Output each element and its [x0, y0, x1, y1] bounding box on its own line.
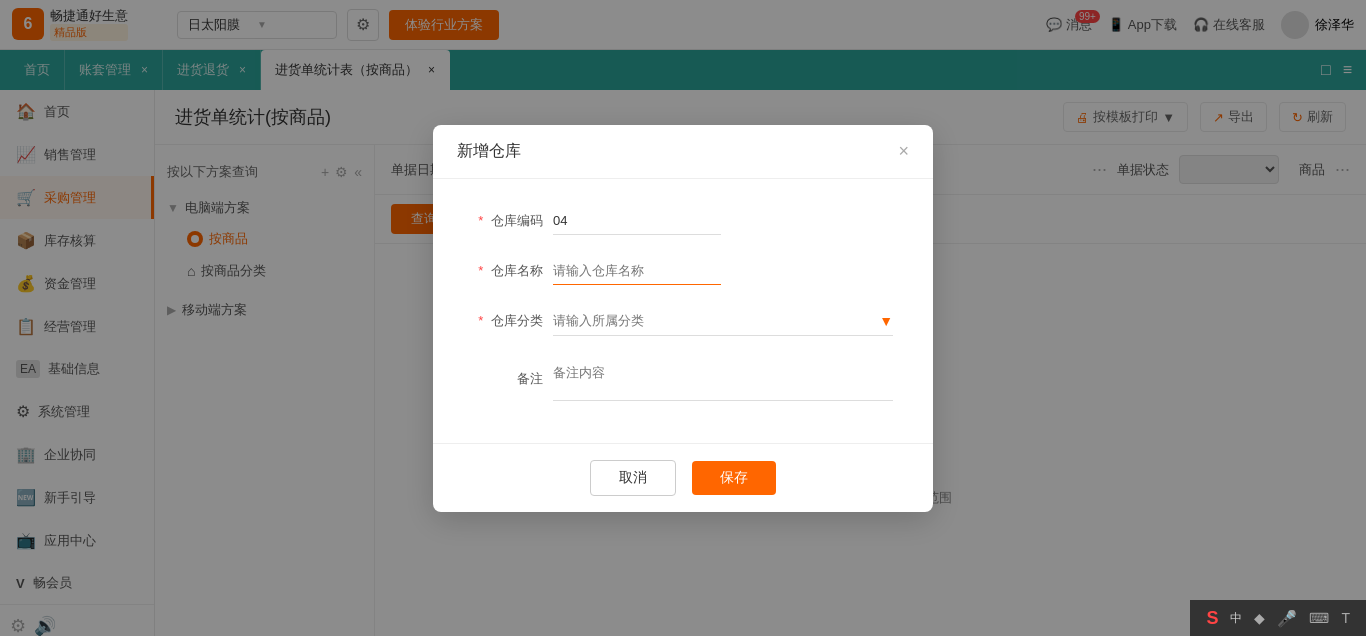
bottom-logo-icon: S [1206, 608, 1218, 629]
warehouse-name-row: * 仓库名称 [473, 257, 893, 285]
warehouse-name-label: * 仓库名称 [473, 262, 543, 280]
bottom-mic-icon[interactable]: 🎤 [1277, 609, 1297, 628]
bottom-font-icon[interactable]: T [1341, 610, 1350, 626]
bottom-text-icon: 中 [1230, 610, 1242, 627]
warehouse-category-wrapper: ▼ [553, 307, 893, 336]
bottom-diamond-icon[interactable]: ◆ [1254, 610, 1265, 626]
required-mark: * [478, 213, 483, 228]
required-mark-cat: * [478, 313, 483, 328]
modal-close-icon[interactable]: × [898, 141, 909, 162]
warehouse-category-label: * 仓库分类 [473, 312, 543, 330]
bottom-bar: S 中 ◆ 🎤 ⌨ T [1190, 600, 1366, 636]
warehouse-category-row: * 仓库分类 ▼ [473, 307, 893, 336]
warehouse-code-label: * 仓库编码 [473, 212, 543, 230]
modal-body: * 仓库编码 * 仓库名称 * [433, 179, 933, 443]
warehouse-remark-label: 备注 [473, 370, 543, 388]
required-mark-name: * [478, 263, 483, 278]
save-button[interactable]: 保存 [692, 461, 776, 495]
warehouse-code-input[interactable] [553, 207, 721, 235]
modal-overlay[interactable]: 新增仓库 × * 仓库编码 * 仓库名称 [0, 0, 1366, 636]
cancel-button[interactable]: 取消 [590, 460, 676, 496]
warehouse-remark-input[interactable] [553, 358, 893, 401]
bottom-keyboard-icon[interactable]: ⌨ [1309, 610, 1329, 626]
modal-header: 新增仓库 × [433, 125, 933, 179]
warehouse-name-input[interactable] [553, 257, 721, 285]
modal-footer: 取消 保存 [433, 443, 933, 512]
category-dropdown-icon[interactable]: ▼ [879, 313, 893, 329]
warehouse-code-row: * 仓库编码 [473, 207, 893, 235]
warehouse-category-input[interactable] [553, 313, 879, 328]
warehouse-remark-row: 备注 [473, 358, 893, 401]
new-warehouse-modal: 新增仓库 × * 仓库编码 * 仓库名称 [433, 125, 933, 512]
modal-title: 新增仓库 [457, 141, 521, 162]
